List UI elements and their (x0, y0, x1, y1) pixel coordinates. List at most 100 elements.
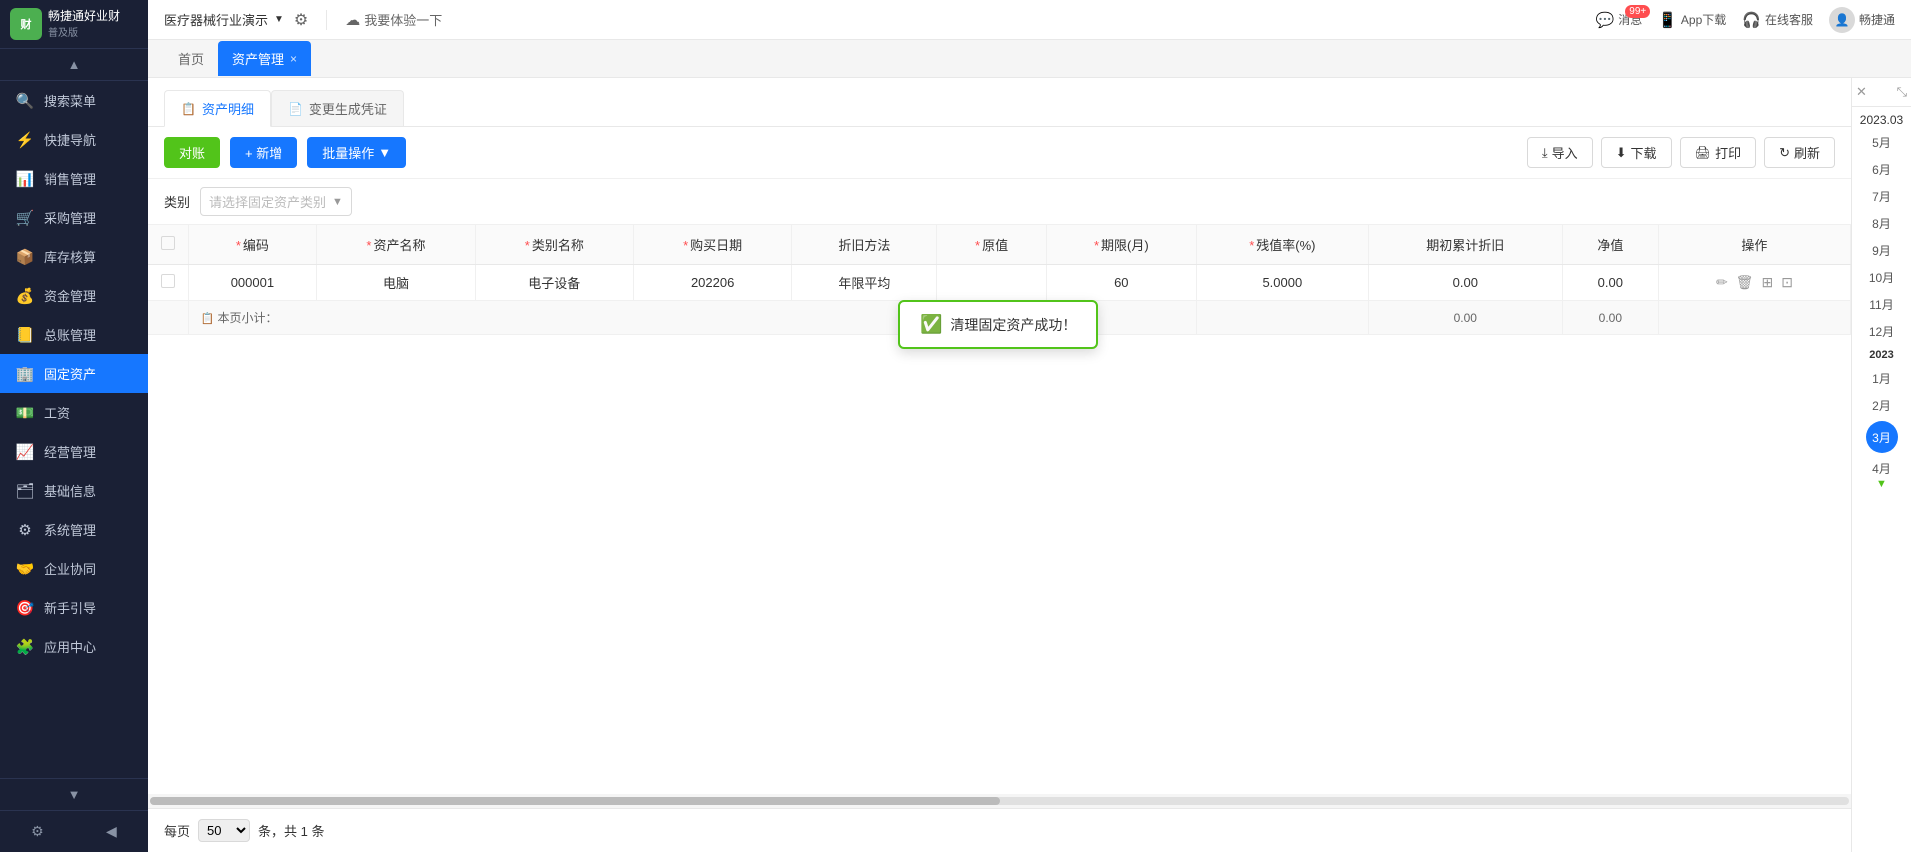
company-selector[interactable]: 医疗器械行业演示 ▼ (164, 10, 284, 29)
row-category: 电子设备 (475, 265, 633, 301)
user-profile-button[interactable]: 👤 畅捷通 (1829, 7, 1895, 33)
category-select[interactable]: 请选择固定资产类别 ▼ (200, 187, 352, 216)
tab-asset-mgmt[interactable]: 资产管理 × (218, 41, 311, 76)
expand-panel-icon[interactable]: ⤡ (1897, 84, 1907, 100)
chevron-down-icon: ▼ (332, 196, 343, 208)
collapse-sidebar-button[interactable]: ◀ (98, 819, 125, 844)
download-label: 下载 (1631, 143, 1657, 162)
sidebar-item-purchase[interactable]: 🛒 采购管理 (0, 198, 148, 237)
tabs-bar: 首页 资产管理 × (148, 40, 1911, 78)
row-checkbox[interactable] (161, 274, 175, 288)
row-residual-rate: 5.0000 (1196, 265, 1368, 301)
sidebar-item-quick-nav[interactable]: ⚡ 快捷导航 (0, 120, 148, 159)
month-item-2[interactable]: 2月 (1852, 392, 1911, 419)
table-header-row: *编码 *资产名称 *类别名称 *购买日期 折旧方法 *原值 *期限(月) *残… (148, 225, 1851, 265)
sidebar-item-operations[interactable]: 📈 经营管理 (0, 432, 148, 471)
subtotal-label: 📋 本页小计： (188, 301, 937, 335)
batch-button[interactable]: 批量操作 ▼ (307, 137, 406, 168)
month-item-6-prev[interactable]: 6月 (1852, 156, 1911, 183)
month-item-1[interactable]: 1月 (1852, 365, 1911, 392)
reconcile-label: 对账 (179, 143, 205, 162)
online-service-label: 在线客服 (1765, 11, 1813, 28)
sidebar-item-label: 系统管理 (44, 520, 96, 539)
refresh-button[interactable]: ↻ 刷新 (1764, 137, 1835, 168)
tab-home[interactable]: 首页 (164, 41, 218, 76)
sidebar-item-label: 基础信息 (44, 481, 96, 500)
header-period: *期限(月) (1046, 225, 1196, 265)
sidebar-item-base-info[interactable]: 🗂 基础信息 (0, 471, 148, 510)
online-service-button[interactable]: 🎧 在线客服 (1742, 11, 1813, 29)
month-item-3-wrapper: 3月 (1852, 419, 1911, 455)
header-original-value: *原值 (937, 225, 1046, 265)
select-all-checkbox[interactable] (161, 236, 175, 250)
edit-icon[interactable]: ✏ (1716, 274, 1728, 291)
reconcile-button[interactable]: 对账 (164, 137, 220, 168)
toast-success-icon: ✅ (920, 314, 942, 335)
download-button[interactable]: ⬇ 下载 (1601, 137, 1672, 168)
more-icon[interactable]: ⊡ (1781, 274, 1793, 291)
scroll-down-button[interactable]: ▼ (64, 783, 85, 806)
delete-icon[interactable]: 🗑 (1736, 274, 1754, 291)
month-item-11-prev[interactable]: 11月 (1852, 291, 1911, 318)
scroll-up-button[interactable]: ▲ (64, 53, 85, 76)
filter-row: 类别 请选择固定资产类别 ▼ (148, 179, 1851, 225)
sub-tab-change-voucher[interactable]: 📄 变更生成凭证 (271, 90, 404, 126)
right-panel: ✕ ⤡ 2023.03 5月 6月 7月 8月 9月 10月 11月 12月 2… (1851, 78, 1911, 852)
month-item-8-prev[interactable]: 8月 (1852, 210, 1911, 237)
settings-icon[interactable]: ⚙ (294, 10, 308, 30)
sidebar-item-system[interactable]: ⚙ 系统管理 (0, 510, 148, 549)
sidebar-item-inventory[interactable]: 📦 库存核算 (0, 237, 148, 276)
close-panel-icon[interactable]: ✕ (1856, 84, 1867, 100)
horizontal-scrollbar[interactable] (148, 794, 1851, 808)
new-button[interactable]: + 新增 (230, 137, 297, 168)
sidebar-item-guide[interactable]: 🎯 新手引导 (0, 588, 148, 627)
month-item-10-prev[interactable]: 10月 (1852, 264, 1911, 291)
header-purchase-date: *购买日期 (633, 225, 791, 265)
company-name: 医疗器械行业演示 (164, 10, 268, 29)
settings-bottom-button[interactable]: ⚙ (23, 819, 52, 844)
category-label: 类别 (164, 192, 190, 211)
per-page-label: 每页 (164, 821, 190, 840)
experience-button[interactable]: ☁ 我要体验一下 (345, 10, 442, 29)
month-item-9-prev[interactable]: 9月 (1852, 237, 1911, 264)
month-item-3-current[interactable]: 3月 (1866, 421, 1898, 453)
message-button[interactable]: 💬 消息 99+ (1596, 11, 1643, 29)
print-button[interactable]: 🖨 打印 (1680, 137, 1757, 168)
sidebar-item-app-center[interactable]: 🧩 应用中心 (0, 627, 148, 666)
sub-tabs: 📋 资产明细 📄 变更生成凭证 (148, 78, 1851, 127)
message-badge: 99+ (1625, 5, 1650, 18)
sidebar-item-payroll[interactable]: 💵 工资 (0, 393, 148, 432)
quick-nav-icon: ⚡ (16, 131, 34, 149)
app-download-button[interactable]: 📱 App下载 (1658, 11, 1726, 29)
sub-tab-asset-detail[interactable]: 📋 资产明细 (164, 90, 271, 127)
import-button[interactable]: ⤓ 导入 (1527, 137, 1593, 168)
sales-icon: 📊 (16, 170, 34, 188)
header-initial-accumulated: 期初累计折旧 (1368, 225, 1562, 265)
tab-close-icon[interactable]: × (290, 52, 297, 66)
logo-icon: 财 (10, 8, 42, 40)
month-item-4[interactable]: 4月 ▼ (1852, 455, 1911, 495)
copy-icon[interactable]: ⊞ (1761, 274, 1773, 291)
topbar: 医疗器械行业演示 ▼ ⚙ ☁ 我要体验一下 💬 消息 99+ 📱 App下载 🎧… (148, 0, 1911, 40)
sidebar-item-sales[interactable]: 📊 销售管理 (0, 159, 148, 198)
payroll-icon: 💵 (16, 404, 34, 422)
header-checkbox[interactable] (148, 225, 188, 265)
row-purchase-date: 202206 (633, 265, 791, 301)
sidebar-item-fixed-assets[interactable]: 🏢 固定资产 (0, 354, 148, 393)
chevron-down-icon: ▼ (274, 14, 284, 25)
action-icons: ✏ 🗑 ⊞ ⊡ (1671, 274, 1838, 291)
toast-message: 清理固定资产成功！ (950, 315, 1076, 335)
scrollbar-thumb (150, 797, 1000, 805)
purchase-icon: 🛒 (16, 209, 34, 227)
sidebar-item-enterprise[interactable]: 🤝 企业协同 (0, 549, 148, 588)
month-item-7-prev[interactable]: 7月 (1852, 183, 1911, 210)
per-page-select[interactable]: 50 100 200 (198, 819, 250, 842)
sidebar-item-search[interactable]: 🔍 搜索菜单 (0, 81, 148, 120)
month-item-5-prev[interactable]: 5月 (1852, 129, 1911, 156)
row-checkbox-cell[interactable] (148, 265, 188, 301)
pagination: 每页 50 100 200 条，共 1 条 (148, 808, 1851, 852)
month-item-12-prev[interactable]: 12月 (1852, 318, 1911, 345)
sidebar-item-ledger[interactable]: 📒 总账管理 (0, 315, 148, 354)
sidebar-logo: 财 畅捷通好业财 普及版 (0, 0, 148, 49)
sidebar-item-finance[interactable]: 💰 资金管理 (0, 276, 148, 315)
